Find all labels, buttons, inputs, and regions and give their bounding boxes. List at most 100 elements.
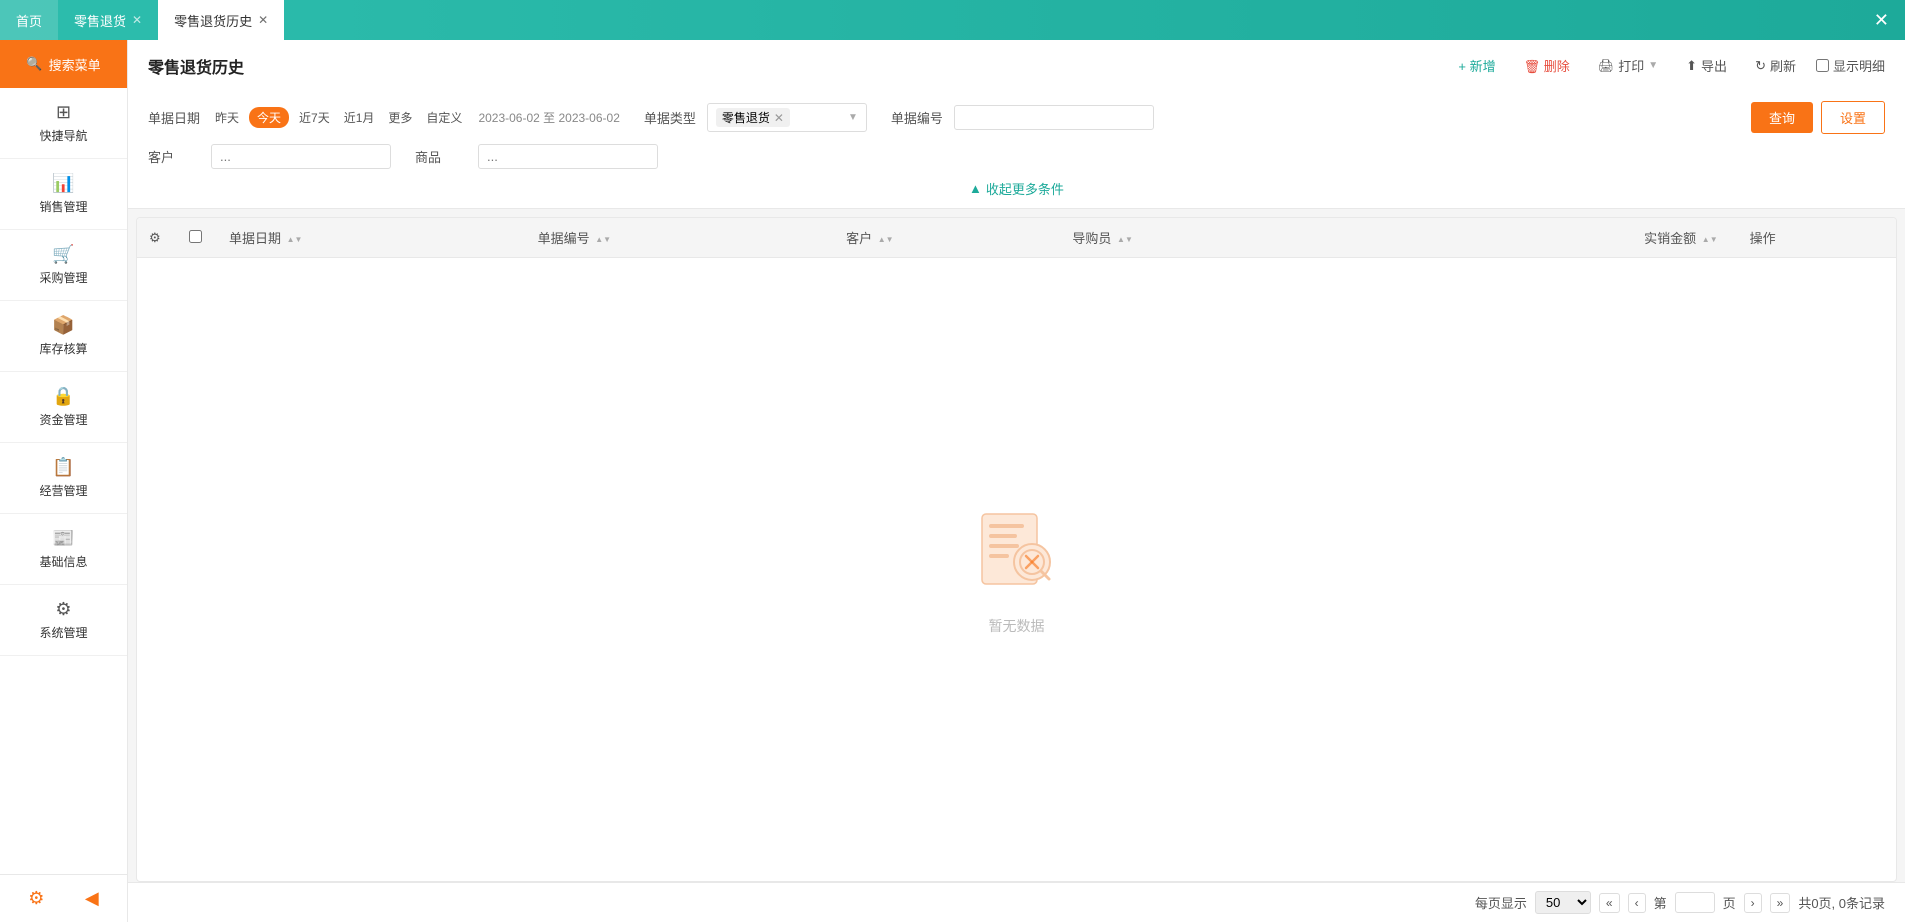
- tab-retail-return-close[interactable]: ✕: [132, 13, 142, 27]
- first-page-btn[interactable]: «: [1599, 893, 1620, 913]
- show-detail-input[interactable]: [1816, 59, 1829, 72]
- ops-mgmt-icon: 📋: [52, 457, 74, 478]
- sidebar-pin-btn[interactable]: ◀: [85, 888, 99, 909]
- refresh-button[interactable]: ↻ 刷新: [1747, 52, 1804, 79]
- print-chevron-icon: ▼: [1648, 60, 1658, 71]
- sidebar-footer: ⚙ ◀: [0, 874, 127, 922]
- sidebar: 🔍 搜索菜单 ⊞ 快捷导航 📊 销售管理 🛒 采购管理 📦 库存核算 🔒: [0, 40, 128, 922]
- data-table: ⚙ 单据日期 ▲▼ 单据编号 ▲▼: [137, 218, 1896, 258]
- export-button[interactable]: ⬆ 导出: [1678, 52, 1735, 79]
- quick-nav-icon: ⊞: [56, 102, 71, 123]
- pagination-bar: 每页显示 50 10 20 100 « ‹ 第 1 页 › » 共0页, 0条记…: [128, 882, 1905, 922]
- date-option-7days[interactable]: 近7天: [295, 107, 334, 128]
- purchase-mgmt-icon: 🛒: [52, 244, 74, 265]
- page-actions: + 新增 🗑 删除 🖨 打印 ▼ ⬆ 导出 ↻ 刷新: [1450, 52, 1885, 79]
- th-doc-date[interactable]: 单据日期 ▲▼: [217, 218, 526, 258]
- sidebar-search[interactable]: 🔍 搜索菜单: [0, 40, 127, 88]
- doc-no-sort-icon: ▲▼: [595, 236, 611, 244]
- doc-type-tag: 零售退货 ✕: [716, 108, 790, 127]
- finance-mgmt-icon: 🔒: [52, 386, 74, 407]
- select-all-checkbox[interactable]: [189, 230, 202, 243]
- sidebar-item-basic-info[interactable]: 📰 基础信息: [0, 514, 127, 585]
- date-option-more[interactable]: 更多: [384, 107, 416, 128]
- new-button[interactable]: + 新增: [1450, 52, 1503, 79]
- goods-input[interactable]: [478, 144, 658, 169]
- tab-retail-return-history-close[interactable]: ✕: [258, 13, 268, 27]
- total-label: 共0页, 0条记录: [1798, 893, 1885, 912]
- th-settings: ⚙: [137, 218, 177, 258]
- th-customer[interactable]: 客户 ▲▼: [834, 218, 1060, 258]
- sidebar-item-finance-mgmt[interactable]: 🔒 资金管理: [0, 372, 127, 443]
- table-settings-icon[interactable]: ⚙: [149, 230, 161, 245]
- sidebar-item-quick-nav[interactable]: ⊞ 快捷导航: [0, 88, 127, 159]
- sales-mgmt-icon: 📊: [52, 173, 74, 194]
- sidebar-item-ops-mgmt[interactable]: 📋 经营管理: [0, 443, 127, 514]
- date-option-1month[interactable]: 近1月: [340, 107, 379, 128]
- filter-area: 单据日期 昨天 今天 近7天 近1月 更多 自定义 2023-06-02 至 2…: [148, 91, 1885, 208]
- date-range-display: 2023-06-02 至 2023-06-02: [478, 109, 619, 126]
- customer-sort-icon: ▲▼: [878, 236, 894, 244]
- th-amount[interactable]: 实销金额 ▲▼: [1404, 218, 1738, 258]
- goods-filter: 商品: [415, 144, 658, 169]
- customer-filter: 客户: [148, 144, 391, 169]
- tab-home[interactable]: 首页: [0, 0, 58, 40]
- table-container: ⚙ 单据日期 ▲▼ 单据编号 ▲▼: [136, 217, 1897, 882]
- tab-bar: 首页 零售退货 ✕ 零售退货历史 ✕: [0, 0, 1874, 40]
- sidebar-item-sys-mgmt[interactable]: ⚙ 系统管理: [0, 585, 127, 656]
- doc-type-tag-close[interactable]: ✕: [774, 111, 784, 125]
- th-guide[interactable]: 导购员 ▲▼: [1060, 218, 1327, 258]
- amount-sort-icon: ▲▼: [1702, 236, 1718, 244]
- export-icon: ⬆: [1686, 58, 1697, 74]
- page-prefix: 第: [1654, 893, 1667, 912]
- print-button[interactable]: 🖨 打印 ▼: [1590, 52, 1666, 79]
- per-page-select[interactable]: 50 10 20 100: [1535, 891, 1591, 914]
- top-bar: 首页 零售退货 ✕ 零售退货历史 ✕ ✕: [0, 0, 1905, 40]
- inventory-icon: 📦: [52, 315, 74, 336]
- doc-type-filter: 单据类型 零售退货 ✕ ▼: [644, 103, 867, 132]
- th-doc-no[interactable]: 单据编号 ▲▼: [526, 218, 835, 258]
- th-checkbox: [177, 218, 217, 258]
- doc-date-sort-icon: ▲▼: [287, 236, 303, 244]
- tab-retail-return-history[interactable]: 零售退货历史 ✕: [158, 0, 284, 40]
- customer-input[interactable]: [211, 144, 391, 169]
- filter-row-1: 单据日期 昨天 今天 近7天 近1月 更多 自定义 2023-06-02 至 2…: [148, 101, 1885, 134]
- set-button[interactable]: 设置: [1821, 101, 1885, 134]
- tab-retail-return[interactable]: 零售退货 ✕: [58, 0, 158, 40]
- search-icon: 🔍: [26, 56, 42, 72]
- empty-state: 暂无数据: [137, 258, 1896, 881]
- refresh-icon: ↻: [1755, 58, 1766, 74]
- per-page-label: 每页显示: [1475, 893, 1527, 912]
- empty-text: 暂无数据: [989, 616, 1045, 636]
- doc-no-filter: 单据编号: [891, 105, 1154, 130]
- next-page-btn[interactable]: ›: [1744, 893, 1762, 913]
- th-spacer: [1328, 218, 1404, 258]
- prev-page-btn[interactable]: ‹: [1628, 893, 1646, 913]
- sidebar-item-purchase-mgmt[interactable]: 🛒 采购管理: [0, 230, 127, 301]
- sys-mgmt-icon: ⚙: [55, 599, 71, 620]
- last-page-btn[interactable]: »: [1770, 893, 1791, 913]
- query-button[interactable]: 查询: [1751, 102, 1813, 133]
- guide-sort-icon: ▲▼: [1117, 236, 1133, 244]
- delete-button[interactable]: 🗑 删除: [1516, 52, 1578, 79]
- sidebar-item-inventory[interactable]: 📦 库存核算: [0, 301, 127, 372]
- th-action: 操作: [1738, 218, 1896, 258]
- show-detail-checkbox[interactable]: 显示明细: [1816, 56, 1885, 75]
- date-option-yesterday[interactable]: 昨天: [211, 107, 243, 128]
- doc-no-input[interactable]: [954, 105, 1154, 130]
- date-filter: 单据日期 昨天 今天 近7天 近1月 更多 自定义 2023-06-02 至 2…: [148, 107, 620, 128]
- date-options: 昨天 今天 近7天 近1月 更多 自定义: [211, 107, 466, 128]
- sidebar-item-sales-mgmt[interactable]: 📊 销售管理: [0, 159, 127, 230]
- sidebar-nav: ⊞ 快捷导航 📊 销售管理 🛒 采购管理 📦 库存核算 🔒 资金管理 📋: [0, 88, 127, 874]
- doc-type-select[interactable]: 零售退货 ✕ ▼: [707, 103, 867, 132]
- window-close-btn[interactable]: ✕: [1874, 10, 1905, 31]
- basic-info-icon: 📰: [52, 528, 74, 549]
- collapse-filters-btn[interactable]: ▲ 收起更多条件: [148, 179, 1885, 198]
- main-layout: 🔍 搜索菜单 ⊞ 快捷导航 📊 销售管理 🛒 采购管理 📦 库存核算 🔒: [0, 40, 1905, 922]
- page-header: 零售退货历史 + 新增 🗑 删除 🖨 打印 ▼ ⬆ 导出 ↻: [128, 40, 1905, 209]
- page-title-row: 零售退货历史 + 新增 🗑 删除 🖨 打印 ▼ ⬆ 导出 ↻: [148, 52, 1885, 79]
- page-suffix: 页: [1723, 893, 1736, 912]
- date-option-custom[interactable]: 自定义: [422, 107, 466, 128]
- sidebar-settings-btn[interactable]: ⚙: [28, 888, 44, 909]
- page-number-input[interactable]: 1: [1675, 892, 1715, 913]
- date-option-today[interactable]: 今天: [249, 107, 289, 128]
